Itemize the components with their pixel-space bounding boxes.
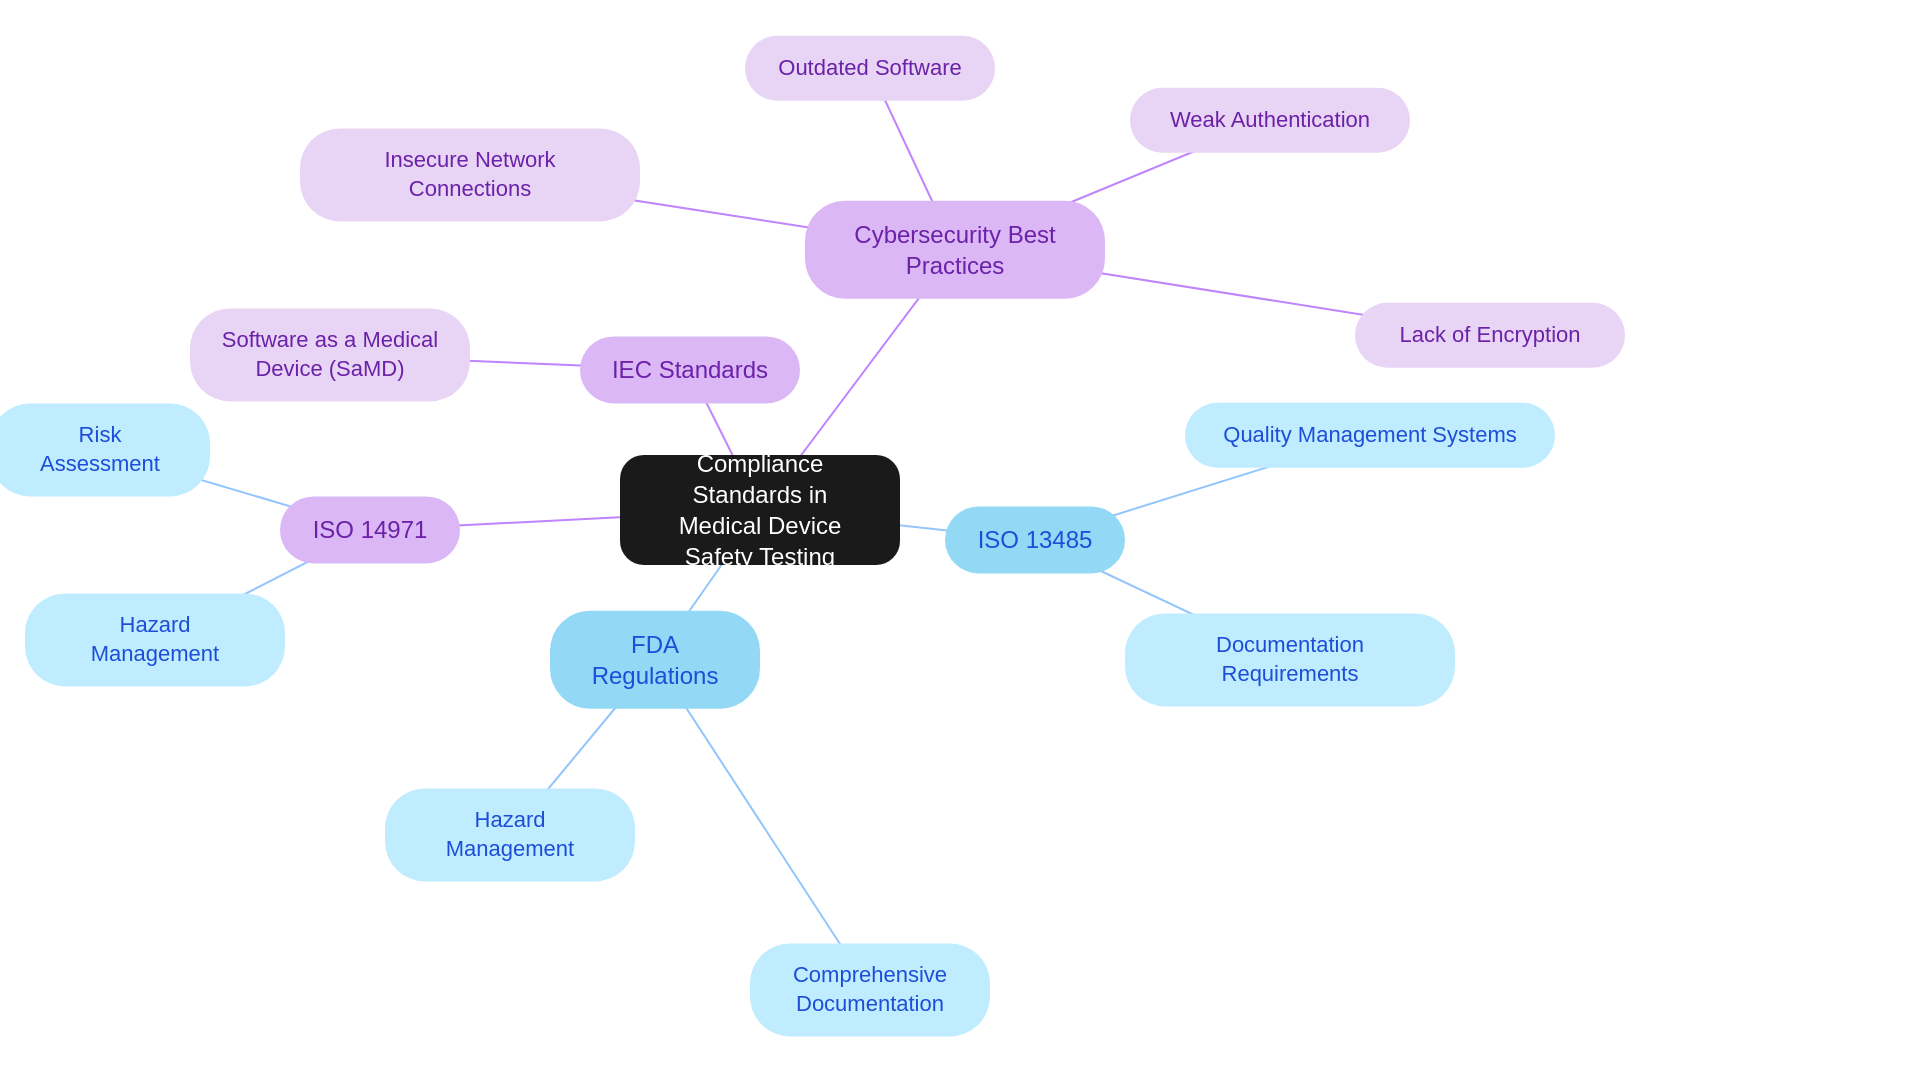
hazard14971-label: Hazard Management	[53, 611, 257, 668]
iso14971-node[interactable]: ISO 14971	[280, 496, 460, 563]
iso13485-node[interactable]: ISO 13485	[945, 506, 1125, 573]
samd-node[interactable]: Software as a Medical Device (SaMD)	[190, 308, 470, 401]
samd-label: Software as a Medical Device (SaMD)	[218, 326, 442, 383]
iec-node[interactable]: IEC Standards	[580, 336, 800, 403]
weak-auth-node[interactable]: Weak Authentication	[1130, 88, 1410, 153]
insecure-network-node[interactable]: Insecure Network Connections	[300, 128, 640, 221]
outdated-software-node[interactable]: Outdated Software	[745, 36, 995, 101]
iso13485-label: ISO 13485	[978, 524, 1093, 555]
docreq-label: Documentation Requirements	[1153, 631, 1427, 688]
center-node[interactable]: Compliance Standards in Medical Device S…	[620, 455, 900, 565]
comprehensive-doc-node[interactable]: Comprehensive Documentation	[750, 943, 990, 1036]
hazard-mgmt-fda-node[interactable]: Hazard Management	[385, 788, 635, 881]
fda-node[interactable]: FDA Regulations	[550, 611, 760, 709]
iec-label: IEC Standards	[612, 354, 768, 385]
encryption-label: Lack of Encryption	[1400, 321, 1581, 350]
quality-mgmt-node[interactable]: Quality Management Systems	[1185, 403, 1555, 468]
lack-encryption-node[interactable]: Lack of Encryption	[1355, 303, 1625, 368]
fda-label: FDA Regulations	[578, 629, 732, 691]
hazardfda-label: Hazard Management	[413, 806, 607, 863]
insecure-label: Insecure Network Connections	[328, 146, 612, 203]
iso14971-label: ISO 14971	[313, 514, 428, 545]
center-label: Compliance Standards in Medical Device S…	[648, 448, 872, 573]
hazard-mgmt-iso14971-node[interactable]: Hazard Management	[25, 593, 285, 686]
cybersecurity-label: Cybersecurity Best Practices	[833, 219, 1077, 281]
risk-assessment-node[interactable]: Risk Assessment	[0, 403, 210, 496]
quality-label: Quality Management Systems	[1223, 421, 1516, 450]
compdoc-label: Comprehensive Documentation	[778, 961, 962, 1018]
outdated-label: Outdated Software	[778, 54, 961, 83]
cybersecurity-node[interactable]: Cybersecurity Best Practices	[805, 201, 1105, 299]
mindmap-canvas: Compliance Standards in Medical Device S…	[0, 0, 1920, 1083]
doc-requirements-node[interactable]: Documentation Requirements	[1125, 613, 1455, 706]
weakauth-label: Weak Authentication	[1170, 106, 1370, 135]
svg-line-13	[655, 660, 870, 990]
risk-label: Risk Assessment	[18, 421, 182, 478]
